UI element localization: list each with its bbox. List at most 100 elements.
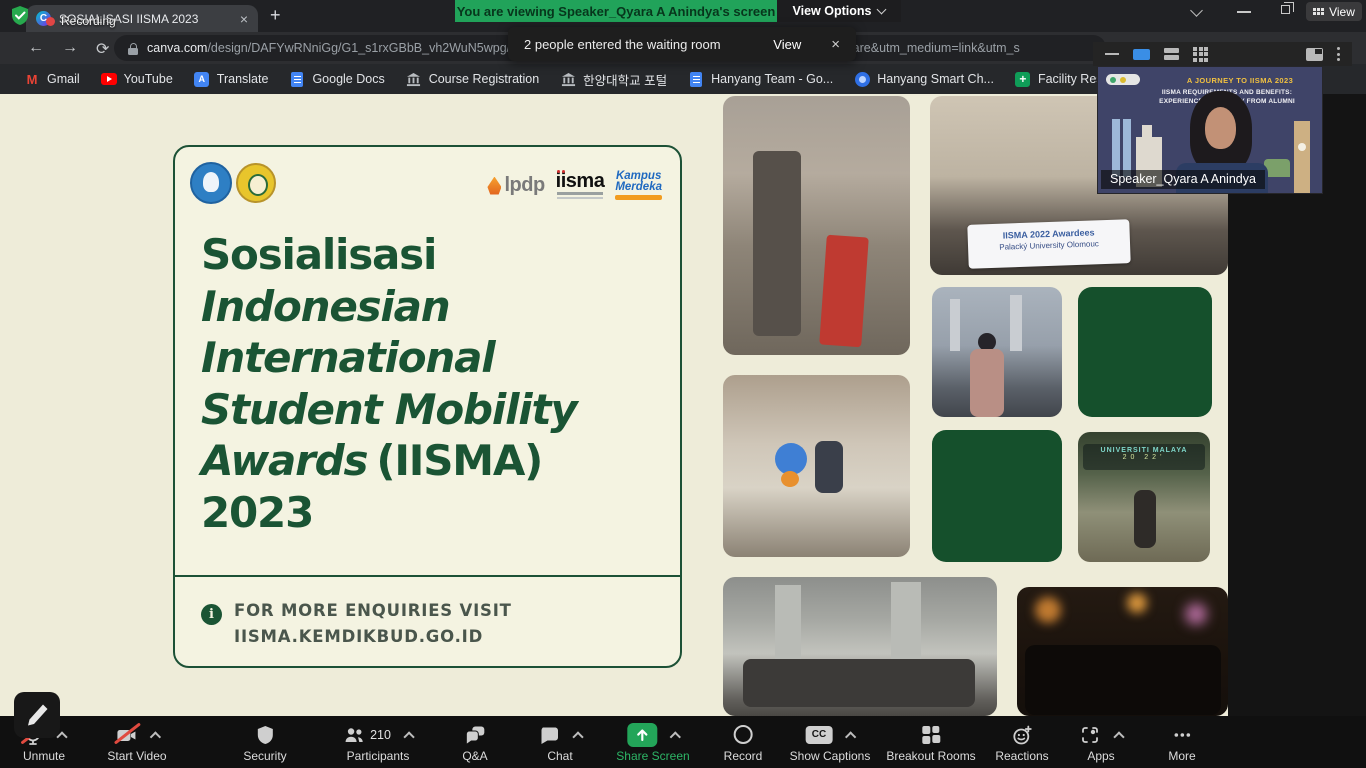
grid-icon: [1313, 8, 1325, 15]
qa-button[interactable]: Q&A: [462, 721, 488, 763]
footer-line2: IISMA.KEMDIKBUD.GO.ID: [234, 626, 484, 646]
qa-icon: [466, 726, 485, 745]
photo-accent: [743, 659, 975, 707]
bookmark-hanyang-team[interactable]: Hanyang Team - Go...: [688, 71, 833, 87]
toast-close-icon[interactable]: ×: [831, 36, 840, 53]
chevron-up-icon[interactable]: [1113, 730, 1125, 743]
share-screen-button[interactable]: Share Screen: [616, 721, 690, 763]
speaker-video-thumbnail[interactable]: A JOURNEY TO IISMA 2023 IISMA REQUIREMEN…: [1097, 66, 1323, 194]
reactions-button[interactable]: Reactions: [995, 721, 1049, 763]
bookmark-translate[interactable]: A Translate: [194, 71, 268, 87]
photo-night-group: [1017, 587, 1228, 716]
bank-icon: [406, 71, 422, 87]
university-logo: [236, 163, 276, 203]
bookmark-course-registration[interactable]: Course Registration: [406, 71, 539, 87]
participants-button[interactable]: 210 Participants: [343, 721, 415, 763]
bookmark-google-docs[interactable]: Google Docs: [289, 71, 385, 87]
start-video-button[interactable]: Start Video: [107, 721, 167, 763]
participants-count: 210: [370, 727, 391, 742]
bookmark-hanyang-smart[interactable]: Hanyang Smart Ch...: [854, 71, 994, 87]
green-plus-icon: +: [1015, 71, 1031, 87]
pip-window-icon[interactable]: [1306, 47, 1323, 61]
chevron-up-icon[interactable]: [572, 730, 584, 743]
speaker-face: [1205, 107, 1236, 149]
google-docs-icon: [688, 71, 704, 87]
minimize-window-icon[interactable]: [1237, 11, 1251, 13]
chevron-up-icon[interactable]: [149, 730, 161, 743]
slide-logo-pill: [1106, 74, 1140, 85]
toast-view-button[interactable]: View: [773, 37, 801, 52]
kemdikbud-logo: [190, 162, 232, 204]
canva-design-canvas: lpdp iisma Kampus Merdeka Sosialisasi In…: [0, 94, 1228, 716]
photo-accent: [1134, 490, 1156, 548]
url-host: canva.com: [147, 41, 208, 55]
gmail-icon: M: [26, 71, 38, 87]
iisma-poster: lpdp iisma Kampus Merdeka Sosialisasi In…: [173, 145, 682, 668]
photo-accent: [819, 234, 869, 348]
gallery-view-icon[interactable]: [1193, 46, 1208, 62]
chat-button[interactable]: Chat: [538, 721, 584, 763]
chevron-up-icon[interactable]: [403, 730, 415, 743]
record-button[interactable]: Record: [724, 721, 762, 763]
share-screen-icon: [626, 722, 657, 747]
apps-button[interactable]: Apps: [1079, 721, 1125, 763]
bank-icon: [560, 71, 576, 87]
security-button[interactable]: Security: [243, 721, 287, 763]
more-button[interactable]: More: [1168, 721, 1196, 763]
viewing-screen-banner: You are viewing Speaker_Qyara A Anindya'…: [455, 0, 777, 22]
bookmark-youtube[interactable]: YouTube: [100, 71, 173, 87]
landmark-big-ben: [1294, 121, 1310, 193]
footer-line1: FOR MORE ENQUIRIES VISIT: [234, 601, 512, 620]
photo-accent: [1025, 645, 1221, 715]
waiting-room-toast: 2 people entered the waiting room View ×: [508, 27, 856, 61]
speaker-view-icon[interactable]: [1164, 48, 1179, 60]
new-tab-button[interactable]: +: [270, 5, 281, 26]
more-video-options-icon[interactable]: [1337, 47, 1340, 61]
photo-accent: [970, 349, 1004, 417]
chevron-up-icon[interactable]: [844, 730, 857, 743]
google-docs-icon: [289, 71, 305, 87]
chevron-up-icon[interactable]: [669, 730, 681, 743]
tab-close-icon[interactable]: ×: [240, 12, 248, 26]
partner-logos: lpdp iisma Kampus Merdeka: [487, 170, 662, 200]
slide-title: A JOURNEY TO IISMA 2023: [1186, 76, 1294, 85]
reload-icon[interactable]: ⟳: [96, 39, 109, 59]
back-icon[interactable]: ←: [28, 39, 44, 57]
info-icon: i: [201, 604, 222, 625]
photo-accent: [815, 441, 843, 493]
kampus-merdeka-logo: Kampus Merdeka: [615, 170, 662, 200]
chevron-down-icon: [877, 4, 887, 15]
awardees-banner: IISMA 2022 Awardees Palacký University O…: [967, 219, 1131, 269]
show-captions-button[interactable]: CC Show Captions: [790, 721, 870, 763]
photo-accent: [1127, 593, 1147, 613]
photo-accent: [781, 471, 799, 487]
participants-icon: [345, 727, 363, 742]
poster-footer: i FOR MORE ENQUIRIES VISIT IISMA.KEMDIKB…: [201, 598, 512, 649]
breakout-rooms-button[interactable]: Breakout Rooms: [886, 721, 976, 763]
photo-accent: [1185, 603, 1207, 625]
photo-building-group: [723, 577, 997, 716]
meeting-security-shield-icon[interactable]: [10, 5, 30, 32]
zoom-shared-screen: C SOSIALISASI IISMA 2023 × + ← → ⟳ canva…: [0, 0, 1366, 768]
bookmark-hanyang-portal[interactable]: 한양대학교 포털: [560, 70, 667, 89]
video-strip-controls: [1093, 42, 1352, 66]
poster-divider: [175, 575, 680, 577]
photo-mascot-bench: [723, 375, 910, 557]
annotation-pen-cursor: [14, 692, 60, 738]
captions-icon: CC: [805, 725, 833, 744]
minimize-video-icon[interactable]: [1105, 52, 1119, 56]
bookmark-gmail[interactable]: M Gmail: [24, 71, 80, 87]
speaker-name-label: Speaker_Qyara A Anindya: [1101, 170, 1265, 189]
landmark-tower: [1123, 119, 1131, 177]
corner-view-button[interactable]: View: [1306, 2, 1362, 21]
restore-window-icon[interactable]: [1281, 1, 1294, 14]
forward-icon[interactable]: →: [62, 39, 78, 57]
photo-accent: [1035, 597, 1061, 623]
active-speaker-view-icon[interactable]: [1133, 48, 1150, 60]
apps-icon: [1082, 726, 1098, 743]
green-block: [932, 430, 1062, 562]
view-options-button[interactable]: View Options: [777, 0, 901, 22]
lock-icon: [128, 42, 138, 55]
toast-message: 2 people entered the waiting room: [524, 36, 721, 52]
blue-app-icon: [854, 71, 870, 87]
